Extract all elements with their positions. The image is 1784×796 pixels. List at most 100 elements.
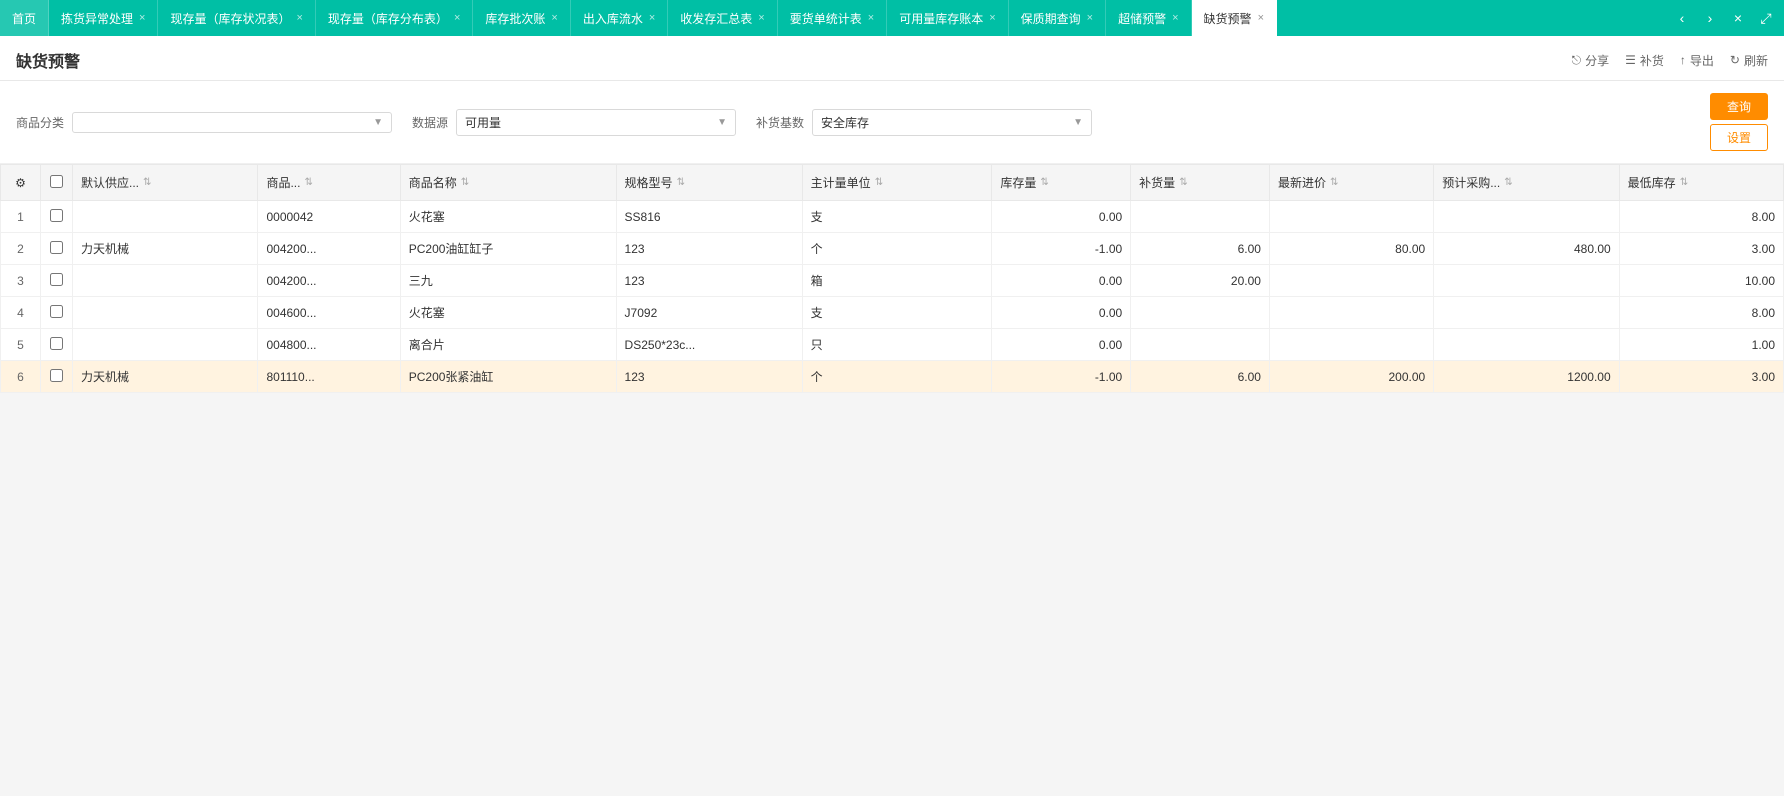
tab-batch-account[interactable]: 库存批次账 × (473, 0, 570, 36)
close-tab-expiry-query[interactable]: × (1087, 12, 1093, 24)
tab-demand-stats[interactable]: 要货单统计表 × (778, 0, 887, 36)
page-header: 缺货预警 ⎋ 分享 ☰ 补货 ↑ 导出 ↻ 刷新 (0, 36, 1784, 81)
nav-next-button[interactable]: › (1696, 4, 1724, 32)
row-checkbox-4[interactable] (41, 329, 73, 361)
th-latest-price[interactable]: 最新进价 ⇅ (1269, 165, 1433, 201)
row-checkbox-5[interactable] (41, 361, 73, 393)
sort-icon-code: ⇅ (304, 177, 312, 188)
row-replenish-qty-5: 6.00 (1131, 361, 1270, 393)
replenish-base-select[interactable]: 安全库存 ▼ (812, 109, 1092, 136)
row-min-stock-4: 1.00 (1619, 329, 1783, 361)
row-unit-2: 箱 (802, 265, 992, 297)
row-code-2: 004200... (258, 265, 400, 297)
tab-overstock[interactable]: 超储预警 × (1106, 0, 1191, 36)
close-tab-available-ledger[interactable]: × (989, 12, 995, 24)
th-replenish-qty[interactable]: 补货量 ⇅ (1131, 165, 1270, 201)
main-content: 缺货预警 ⎋ 分享 ☰ 补货 ↑ 导出 ↻ 刷新 商品分类 (0, 36, 1784, 393)
replenish-base-label: 补货基数 (756, 114, 804, 131)
row-supplier-4 (73, 329, 258, 361)
row-code-5: 801110... (258, 361, 400, 393)
row-name-3: 火花塞 (400, 297, 616, 329)
row-checkbox-1[interactable] (41, 233, 73, 265)
th-est-purchase[interactable]: 预计采购... ⇅ (1434, 165, 1619, 201)
refresh-icon: ↻ (1730, 53, 1740, 67)
row-latest-price-1: 80.00 (1269, 233, 1433, 265)
category-select-arrow: ▼ (373, 117, 383, 128)
filter-bar: 商品分类 ▼ 数据源 可用量 ▼ 补货基数 安全库存 ▼ 查询 设置 (0, 81, 1784, 164)
sort-icon-supplier: ⇅ (143, 177, 151, 188)
close-tab-demand-stats[interactable]: × (868, 12, 874, 24)
refresh-button[interactable]: ↻ 刷新 (1730, 52, 1768, 69)
th-spec[interactable]: 规格型号 ⇅ (616, 165, 802, 201)
th-settings[interactable]: ⚙ (1, 165, 41, 201)
th-stock-qty[interactable]: 库存量 ⇅ (992, 165, 1131, 201)
row-num-5: 6 (1, 361, 41, 393)
tab-expiry-query[interactable]: 保质期查询 × (1009, 0, 1106, 36)
th-min-stock[interactable]: 最低库存 ⇅ (1619, 165, 1783, 201)
tab-abnormal[interactable]: 拣货异常处理 × (49, 0, 158, 36)
close-tab-batch-account[interactable]: × (551, 12, 557, 24)
row-checkbox-2[interactable] (41, 265, 73, 297)
sort-icon-est-purchase: ⇅ (1504, 177, 1512, 188)
row-latest-price-3 (1269, 297, 1433, 329)
th-checkbox[interactable] (41, 165, 73, 201)
row-checkbox-0[interactable] (41, 201, 73, 233)
nav-tabs: 首页 拣货异常处理 × 现存量（库存状况表） × 现存量（库存分布表） × 库存… (0, 0, 1784, 36)
export-button[interactable]: ↑ 导出 (1680, 52, 1714, 69)
close-tab-collect-summary[interactable]: × (758, 12, 764, 24)
header-actions: ⎋ 分享 ☰ 补货 ↑ 导出 ↻ 刷新 (1572, 52, 1768, 69)
share-icon: ⎋ (1572, 53, 1582, 68)
tab-home[interactable]: 首页 (0, 0, 49, 36)
close-tab-abnormal[interactable]: × (139, 12, 145, 24)
table-row: 4 004600... 火花塞 J7092 支 0.00 8.00 (1, 297, 1784, 329)
nav-prev-button[interactable]: ‹ (1668, 4, 1696, 32)
th-default-supplier[interactable]: 默认供应... ⇅ (73, 165, 258, 201)
replenish-button[interactable]: ☰ 补货 (1625, 52, 1664, 69)
select-all-checkbox[interactable] (50, 175, 63, 188)
row-name-4: 离合片 (400, 329, 616, 361)
row-unit-4: 只 (802, 329, 992, 361)
table-body: 1 0000042 火花塞 SS816 支 0.00 8.00 2 力天机械 0… (1, 201, 1784, 393)
tab-collect-summary[interactable]: 收发存汇总表 × (668, 0, 777, 36)
row-replenish-qty-4 (1131, 329, 1270, 361)
table-row: 1 0000042 火花塞 SS816 支 0.00 8.00 (1, 201, 1784, 233)
th-product-name[interactable]: 商品名称 ⇅ (400, 165, 616, 201)
sort-icon-min-stock: ⇅ (1680, 177, 1688, 188)
tab-available-ledger[interactable]: 可用量库存账本 × (887, 0, 1008, 36)
row-num-3: 4 (1, 297, 41, 329)
close-tab-inout-flow[interactable]: × (649, 12, 655, 24)
datasource-label: 数据源 (412, 114, 448, 131)
row-min-stock-5: 3.00 (1619, 361, 1783, 393)
datasource-filter-group: 数据源 可用量 ▼ (412, 109, 736, 136)
nav-close-button[interactable]: × (1724, 4, 1752, 32)
tab-shortage[interactable]: 缺货预警 × (1192, 0, 1277, 36)
tab-inventory-status[interactable]: 现存量（库存状况表） × (158, 0, 315, 36)
row-min-stock-2: 10.00 (1619, 265, 1783, 297)
tab-inout-flow[interactable]: 出入库流水 × (571, 0, 668, 36)
row-est-purchase-0 (1434, 201, 1619, 233)
row-checkbox-3[interactable] (41, 297, 73, 329)
share-button[interactable]: ⎋ 分享 (1572, 52, 1610, 69)
datasource-select[interactable]: 可用量 ▼ (456, 109, 736, 136)
th-product-code[interactable]: 商品... ⇅ (258, 165, 400, 201)
row-spec-2: 123 (616, 265, 802, 297)
row-latest-price-2 (1269, 265, 1433, 297)
th-unit[interactable]: 主计量单位 ⇅ (802, 165, 992, 201)
close-tab-shortage[interactable]: × (1258, 12, 1264, 24)
sort-icon-replenish: ⇅ (1179, 177, 1187, 188)
category-select[interactable]: ▼ (72, 112, 392, 133)
replenish-base-select-value: 安全库存 (821, 114, 869, 131)
row-name-5: PC200张紧油缸 (400, 361, 616, 393)
close-tab-overstock[interactable]: × (1172, 12, 1178, 24)
row-latest-price-4 (1269, 329, 1433, 361)
row-unit-1: 个 (802, 233, 992, 265)
row-supplier-0 (73, 201, 258, 233)
nav-expand-button[interactable]: ⤢ (1752, 4, 1780, 32)
data-table: ⚙ 默认供应... ⇅ 商品... (0, 164, 1784, 393)
row-code-0: 0000042 (258, 201, 400, 233)
close-tab-inventory-status[interactable]: × (296, 12, 302, 24)
query-button[interactable]: 查询 (1710, 93, 1768, 120)
settings-button[interactable]: 设置 (1710, 124, 1768, 151)
tab-inventory-dist[interactable]: 现存量（库存分布表） × (316, 0, 473, 36)
close-tab-inventory-dist[interactable]: × (454, 12, 460, 24)
